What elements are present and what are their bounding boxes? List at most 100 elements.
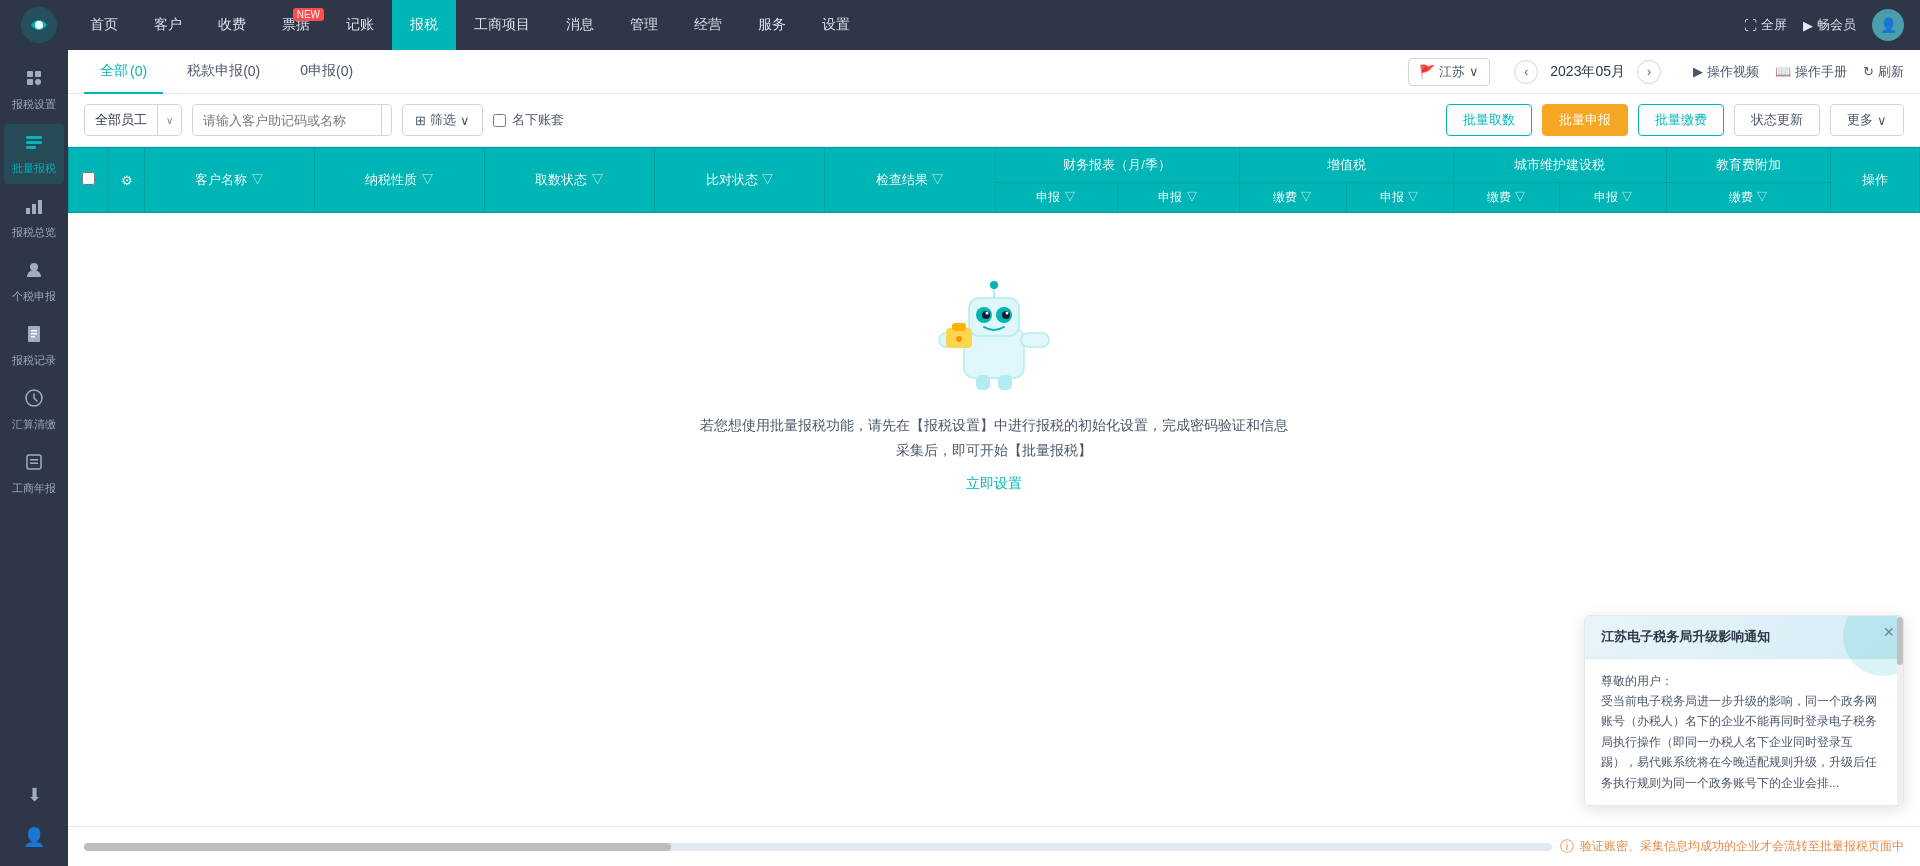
refresh-btn[interactable]: ↻ 刷新 bbox=[1863, 63, 1904, 81]
download-icon: ⬇ bbox=[27, 784, 42, 806]
employee-dropdown-icon[interactable]: ∨ bbox=[157, 105, 181, 135]
nav-fee[interactable]: 收费 bbox=[200, 0, 264, 50]
th-vat-pay: 缴费 ▽ bbox=[1239, 183, 1346, 213]
th-checkbox bbox=[69, 148, 109, 213]
svg-point-27 bbox=[986, 312, 989, 315]
province-selector: 🚩 江苏 ∨ ‹ 2023年05月 › bbox=[1408, 58, 1661, 86]
sub-account-checkbox[interactable] bbox=[493, 114, 506, 127]
prev-month-btn[interactable]: ‹ bbox=[1514, 60, 1538, 84]
th-customer-name: 客户名称 ▽ bbox=[145, 148, 315, 213]
th-city-pay: 缴费 ▽ bbox=[1453, 183, 1560, 213]
horizontal-scrollbar[interactable] bbox=[84, 843, 1552, 851]
sidebar-user[interactable]: 👤 bbox=[4, 818, 64, 856]
sidebar-item-bulk-tax[interactable]: 批量报税 bbox=[4, 124, 64, 184]
svg-point-35 bbox=[956, 336, 962, 342]
svg-rect-11 bbox=[38, 200, 42, 214]
nav-operation[interactable]: 经营 bbox=[676, 0, 740, 50]
filter-btn[interactable]: ⊞ 筛选 ∨ bbox=[402, 104, 483, 136]
top-nav: 首页 客户 收费 票据 NEW 记账 报税 工商项目 消息 管理 经营 服务 设… bbox=[0, 0, 1920, 50]
sidebar-item-tax-records[interactable]: 报税记录 bbox=[4, 316, 64, 376]
sidebar: 报税设置 批量报税 报税总览 个税申报 报税记录 bbox=[0, 50, 68, 866]
sub-tabs-bar: 全部(0) 税款申报(0) 0申报(0) 🚩 江苏 ∨ ‹ 2023年05月 › bbox=[68, 50, 1920, 94]
nav-home[interactable]: 首页 bbox=[72, 0, 136, 50]
employee-select[interactable]: 全部员工 ∨ bbox=[84, 104, 182, 136]
search-icon: 🔍 bbox=[390, 111, 392, 130]
personal-tax-icon bbox=[24, 260, 44, 285]
sidebar-item-settlement[interactable]: 汇算清缴 bbox=[4, 380, 64, 440]
notification-panel: 江苏电子税务局升级影响通知 ✕ 尊敬的用户： 受当前电子税务局进一步升级的影响，… bbox=[1584, 615, 1904, 806]
tab-tax-declare[interactable]: 税款申报(0) bbox=[171, 50, 276, 94]
sub-account-checkbox-label[interactable]: 名下账套 bbox=[493, 111, 564, 129]
bottom-warning: ⓘ 验证账密、采集信息均成功的企业才会流转至批量报税页面中 bbox=[1560, 838, 1904, 856]
svg-rect-10 bbox=[32, 204, 36, 214]
svg-rect-2 bbox=[27, 71, 33, 77]
avatar-icon: 👤 bbox=[1880, 17, 1897, 33]
bottom-bar: ⓘ 验证账密、采集信息均成功的企业才会流转至批量报税页面中 bbox=[68, 826, 1920, 866]
tax-settings-icon bbox=[24, 68, 44, 93]
notification-header: 江苏电子税务局升级影响通知 ✕ bbox=[1585, 616, 1903, 659]
svg-rect-34 bbox=[952, 323, 966, 331]
search-button[interactable]: 🔍 bbox=[381, 105, 392, 135]
toolbar: 全部员工 ∨ 🔍 ⊞ 筛选 ∨ 名下账套 批量取数 bbox=[68, 94, 1920, 147]
employee-select-label: 全部员工 bbox=[85, 105, 157, 135]
user-icon: 👤 bbox=[23, 826, 45, 848]
tax-overview-icon bbox=[24, 196, 44, 221]
province-btn[interactable]: 🚩 江苏 ∨ bbox=[1408, 58, 1490, 86]
select-all-checkbox[interactable] bbox=[82, 172, 95, 185]
nav-customer[interactable]: 客户 bbox=[136, 0, 200, 50]
member-btn[interactable]: ▶ 畅会员 bbox=[1803, 16, 1856, 34]
empty-state: 若您想使用批量报税功能，请先在【报税设置】中进行报税的初始化设置，完成密码验证和… bbox=[68, 213, 1920, 553]
sidebar-item-personal-tax[interactable]: 个税申报 bbox=[4, 252, 64, 312]
app-logo bbox=[16, 2, 62, 48]
nav-business[interactable]: 工商项目 bbox=[456, 0, 548, 50]
tab-all[interactable]: 全部(0) bbox=[84, 50, 163, 94]
right-actions: ▶ 操作视频 📖 操作手册 ↻ 刷新 bbox=[1693, 63, 1904, 81]
province-flag-icon: 🚩 bbox=[1419, 64, 1435, 79]
refresh-icon: ↻ bbox=[1863, 64, 1874, 79]
fullscreen-icon: ⛶ bbox=[1744, 18, 1757, 33]
operation-manual-btn[interactable]: 📖 操作手册 bbox=[1775, 63, 1847, 81]
th-fetch-status: 取数状态 ▽ bbox=[485, 148, 655, 213]
tab-zero-declare[interactable]: 0申报(0) bbox=[284, 50, 369, 94]
toolbar-right: 批量取数 批量申报 批量缴费 状态更新 更多 ∨ bbox=[1446, 104, 1904, 136]
nav-settings[interactable]: 设置 bbox=[804, 0, 868, 50]
fullscreen-btn[interactable]: ⛶ 全屏 bbox=[1744, 16, 1787, 34]
operation-video-btn[interactable]: ▶ 操作视频 bbox=[1693, 63, 1759, 81]
setup-link[interactable]: 立即设置 bbox=[966, 475, 1022, 493]
sidebar-download[interactable]: ⬇ bbox=[4, 776, 64, 814]
th-tax-nature: 纳税性质 ▽ bbox=[315, 148, 485, 213]
next-month-btn[interactable]: › bbox=[1637, 60, 1661, 84]
bulk-declare-btn[interactable]: 批量申报 bbox=[1542, 104, 1628, 136]
bulk-fetch-btn[interactable]: 批量取数 bbox=[1446, 104, 1532, 136]
nav-tax[interactable]: 报税 bbox=[392, 0, 456, 50]
bulk-pay-btn[interactable]: 批量缴费 bbox=[1638, 104, 1724, 136]
nav-accounting[interactable]: 记账 bbox=[328, 0, 392, 50]
search-input[interactable] bbox=[193, 113, 381, 128]
th-vat: 增值税 bbox=[1239, 148, 1453, 183]
svg-rect-4 bbox=[27, 79, 33, 85]
search-box: 🔍 bbox=[192, 104, 392, 136]
sidebar-item-annual-report[interactable]: 工商年报 bbox=[4, 444, 64, 504]
user-avatar[interactable]: 👤 bbox=[1872, 9, 1904, 41]
th-financial-report: 财务报表（月/季） bbox=[995, 148, 1239, 183]
more-btn[interactable]: 更多 ∨ bbox=[1830, 104, 1904, 136]
sidebar-item-tax-overview[interactable]: 报税总览 bbox=[4, 188, 64, 248]
th-gear[interactable]: ⚙ bbox=[109, 148, 145, 213]
svg-rect-20 bbox=[30, 463, 38, 465]
annual-report-icon bbox=[24, 452, 44, 477]
nav-service[interactable]: 服务 bbox=[740, 0, 804, 50]
notification-body: 尊敬的用户： 受当前电子税务局进一步升级的影响，同一个政务网账号（办税人）名下的… bbox=[1585, 659, 1903, 805]
notification-close-btn[interactable]: ✕ bbox=[1883, 624, 1895, 640]
more-dropdown-icon: ∨ bbox=[1877, 113, 1887, 128]
robot-illustration bbox=[934, 273, 1054, 393]
sidebar-item-tax-settings[interactable]: 报税设置 bbox=[4, 60, 64, 120]
sidebar-bottom: ⬇ 👤 bbox=[4, 776, 64, 866]
data-table: ⚙ 客户名称 ▽ 纳税性质 ▽ 取数状态 ▽ 比对状态 ▽ 检查结果 ▽ 财务报… bbox=[68, 147, 1920, 213]
bulk-tax-icon bbox=[24, 132, 44, 157]
sidebar-label-personal-tax: 个税申报 bbox=[12, 289, 56, 304]
nav-message[interactable]: 消息 bbox=[548, 0, 612, 50]
svg-point-28 bbox=[1006, 312, 1009, 315]
status-update-btn[interactable]: 状态更新 bbox=[1734, 104, 1820, 136]
nav-invoice[interactable]: 票据 NEW bbox=[264, 0, 328, 50]
nav-manage[interactable]: 管理 bbox=[612, 0, 676, 50]
